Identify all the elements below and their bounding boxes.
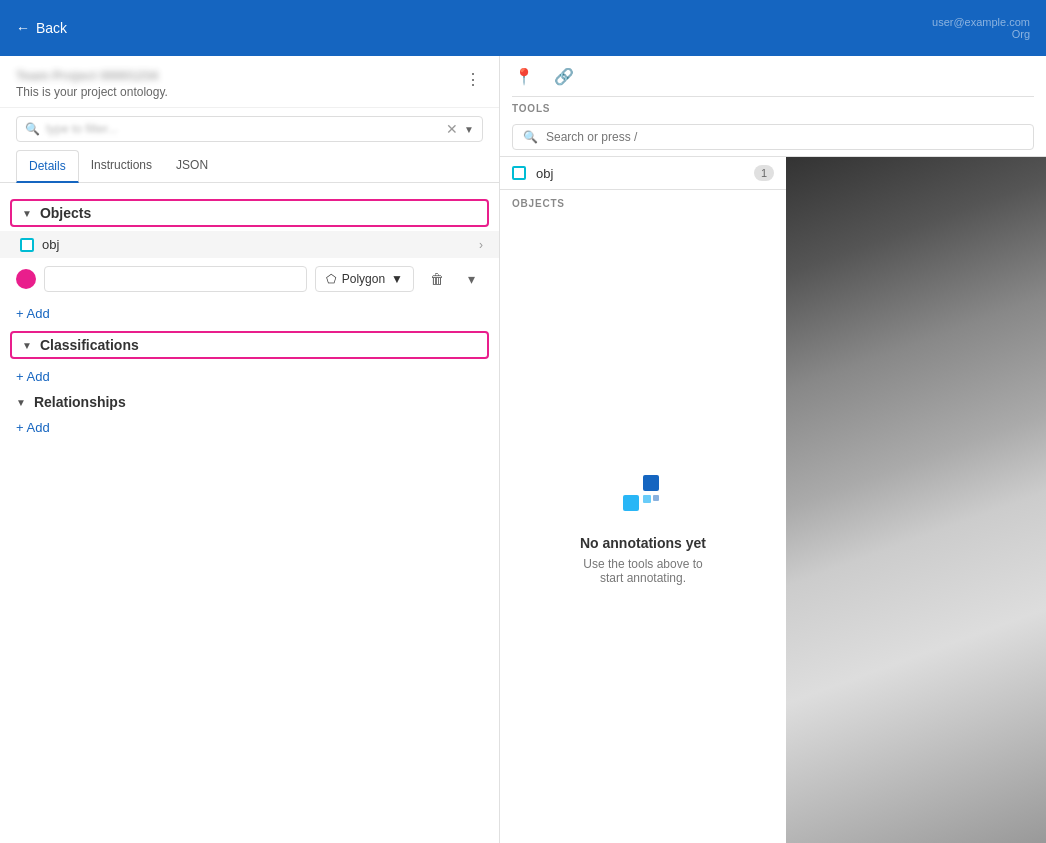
user-org: Org (1012, 28, 1030, 40)
top-bar: ← Back user@example.com Org (0, 0, 1046, 56)
search-input[interactable] (46, 122, 440, 136)
objects-chevron-icon: ▼ (22, 208, 32, 219)
right-obj-name: obj (536, 166, 744, 181)
svg-rect-2 (643, 495, 651, 503)
header-row: Team Project 00001234 This is your proje… (16, 68, 483, 99)
obj-count-badge: 1 (754, 165, 774, 181)
left-panel: Team Project 00001234 This is your proje… (0, 56, 500, 843)
obj-name: obj (42, 237, 59, 252)
relationships-section-header[interactable]: ▼ Relationships (0, 390, 499, 414)
relationships-section-label: Relationships (34, 394, 126, 410)
svg-rect-3 (653, 495, 659, 501)
right-obj-checkbox[interactable] (512, 166, 526, 180)
tools-search-bar: 🔍 (512, 124, 1034, 150)
empty-title: No annotations yet (580, 535, 706, 551)
tab-instructions[interactable]: Instructions (79, 150, 164, 182)
project-subtitle: This is your project ontology. (16, 85, 168, 99)
right-panel: 📍 🔗 TOOLS 🔍 obj 1 OBJECTS (500, 56, 1046, 843)
app-logo-icon (619, 471, 667, 519)
link-tool-icon[interactable]: 🔗 (552, 64, 576, 88)
color-picker[interactable] (16, 269, 36, 289)
svg-rect-1 (643, 475, 659, 491)
delete-obj-button[interactable]: 🗑 (422, 266, 452, 292)
empty-subtitle: Use the tools above tostart annotating. (583, 557, 702, 585)
polygon-shape-icon: ⬠ (326, 272, 336, 286)
objects-section-header[interactable]: ▼ Objects (10, 199, 489, 227)
tools-section-label: TOOLS (512, 97, 1034, 118)
search-icon: 🔍 (25, 122, 40, 136)
color-input[interactable] (44, 266, 307, 292)
object-item-obj[interactable]: obj › (0, 231, 499, 258)
add-object-button[interactable]: + Add (0, 300, 66, 327)
image-preview (786, 157, 1046, 843)
search-dropdown-icon[interactable]: ▼ (464, 124, 474, 135)
classifications-section-header[interactable]: ▼ Classifications (10, 331, 489, 359)
more-options-button[interactable]: ⋮ (463, 68, 483, 91)
polygon-label: Polygon (342, 272, 385, 286)
polygon-select[interactable]: ⬠ Polygon ▼ (315, 266, 414, 292)
relationships-chevron-icon: ▼ (16, 397, 26, 408)
back-button[interactable]: ← Back (16, 20, 67, 36)
add-relationship-button[interactable]: + Add (0, 414, 66, 441)
project-info: Team Project 00001234 This is your proje… (16, 68, 168, 99)
tools-icons-row: 📍 🔗 (512, 56, 1034, 97)
obj-item-left: obj (20, 237, 59, 252)
top-bar-user-info: user@example.com Org (932, 16, 1030, 40)
main-layout: Team Project 00001234 This is your proje… (0, 56, 1046, 843)
classifications-chevron-icon: ▼ (22, 340, 32, 351)
classifications-section-label: Classifications (40, 337, 139, 353)
empty-annotations-state: No annotations yet Use the tools above t… (500, 213, 786, 843)
search-bar: 🔍 ✕ ▼ (16, 116, 483, 142)
tab-json[interactable]: JSON (164, 150, 220, 182)
tools-search-icon: 🔍 (523, 130, 538, 144)
tabs-bar: Details Instructions JSON (0, 150, 499, 183)
tool-row: ⬠ Polygon ▼ 🗑 ▾ (0, 258, 499, 300)
tools-header: 📍 🔗 TOOLS 🔍 (500, 56, 1046, 157)
left-panel-header: Team Project 00001234 This is your proje… (0, 56, 499, 108)
objects-section-label: Objects (40, 205, 91, 221)
objects-section-right-label: OBJECTS (500, 189, 786, 213)
svg-rect-0 (623, 495, 639, 511)
obj-checkbox[interactable] (20, 238, 34, 252)
image-panel (786, 157, 1046, 843)
clear-search-button[interactable]: ✕ (446, 121, 458, 137)
obj-expand-icon: › (479, 238, 483, 252)
right-panel-content: obj 1 OBJECTS No annotations yet Use th (500, 157, 1046, 843)
back-label: Back (36, 20, 67, 36)
expand-obj-button[interactable]: ▾ (460, 266, 483, 292)
center-panel: obj 1 OBJECTS No annotations yet Use th (500, 157, 786, 843)
project-title: Team Project 00001234 (16, 68, 168, 83)
user-email: user@example.com (932, 16, 1030, 28)
tools-search-input[interactable] (546, 130, 1023, 144)
right-obj-row[interactable]: obj 1 (500, 157, 786, 189)
polygon-dropdown-icon: ▼ (391, 272, 403, 286)
pin-tool-icon[interactable]: 📍 (512, 64, 536, 88)
add-classification-button[interactable]: + Add (0, 363, 66, 390)
panel-content: ▼ Objects obj › ⬠ Polygon ▼ (0, 183, 499, 843)
tab-details[interactable]: Details (16, 150, 79, 183)
back-arrow-icon: ← (16, 20, 30, 36)
